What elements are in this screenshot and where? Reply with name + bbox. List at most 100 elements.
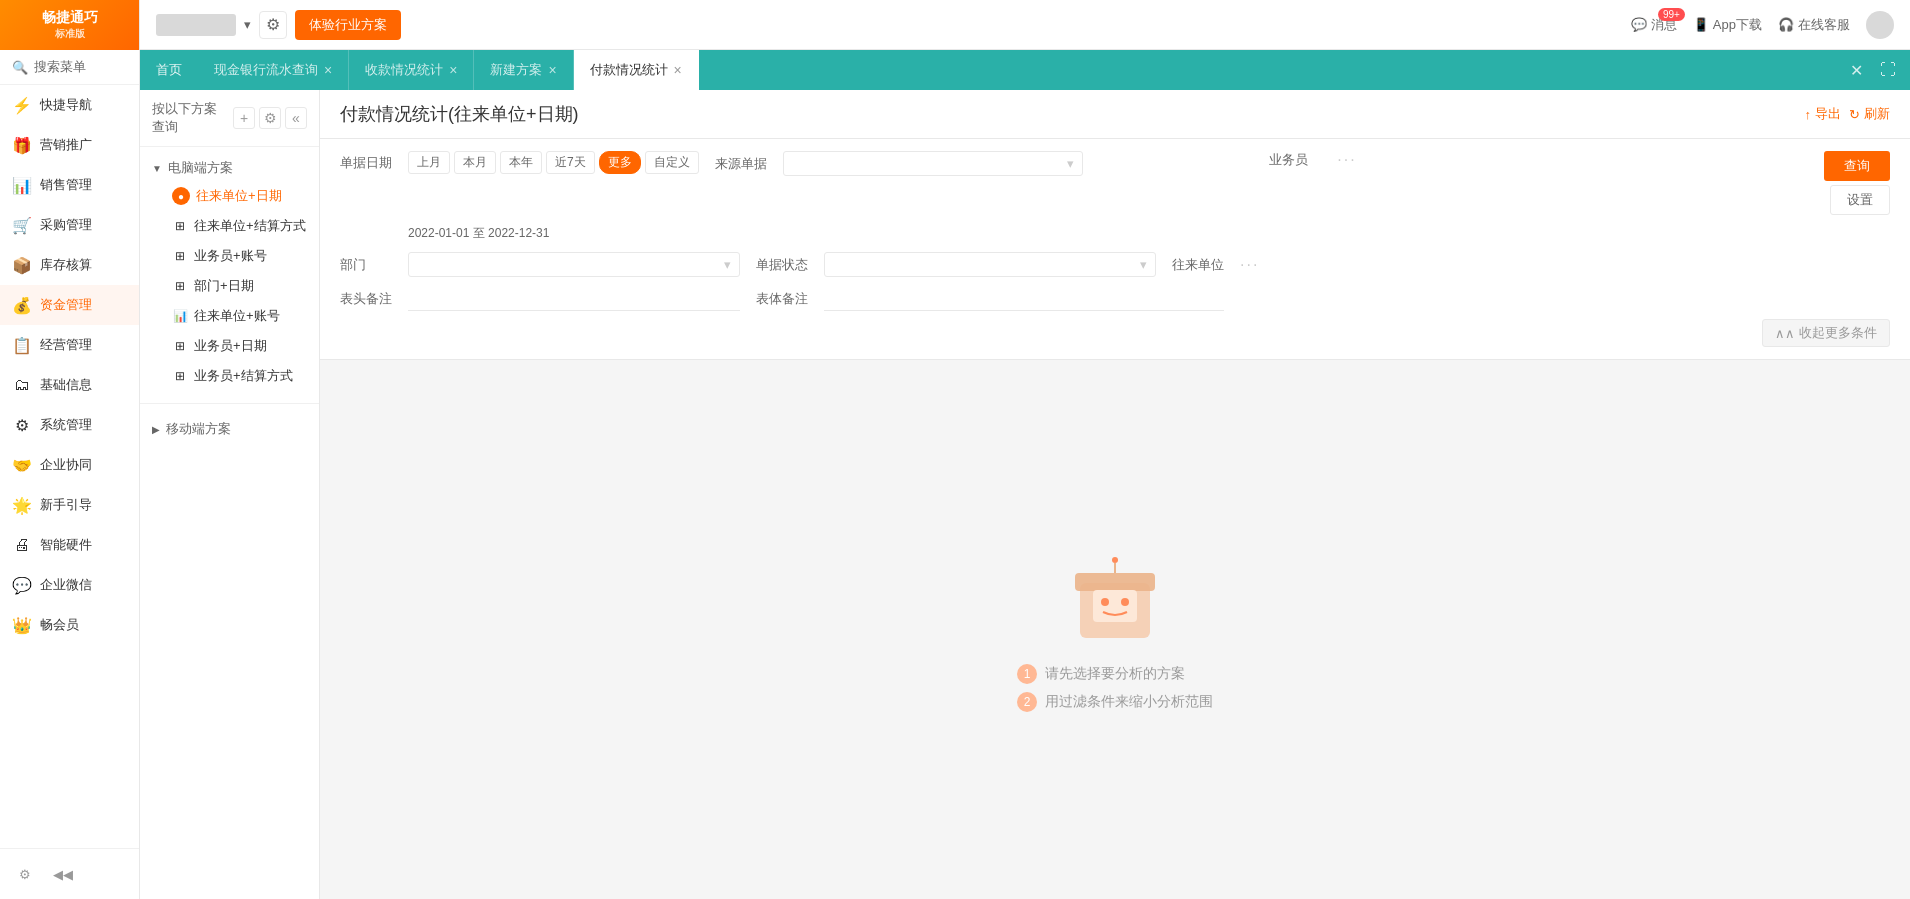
header-dropdown[interactable]: ▾ xyxy=(244,17,251,32)
source-doc-select[interactable]: ▾ xyxy=(783,151,1083,176)
sidebar-collapse-btn[interactable]: ◀◀ xyxy=(48,859,78,889)
filter-area: 单据日期 上月 本月 本年 近7天 更多 自定义 来源单据 xyxy=(320,139,1910,360)
scheme-mobile-label: 移动端方案 xyxy=(166,420,231,438)
sidebar-settings-btn[interactable]: ⚙ xyxy=(10,859,40,889)
svg-rect-2 xyxy=(1093,590,1137,622)
header-left: ▾ ⚙ 体验行业方案 xyxy=(156,10,1619,40)
last-7days-btn[interactable]: 近7天 xyxy=(546,151,595,174)
scheme-item-unit-account[interactable]: 📊 往来单位+账号 xyxy=(140,301,319,331)
staff-label: 业务员 xyxy=(1269,151,1329,169)
tip-text-2: 用过滤条件来缩小分析范围 xyxy=(1045,693,1213,711)
tab-home[interactable]: 首页 xyxy=(140,50,198,90)
sidebar-item-wechat[interactable]: 💬 企业微信 xyxy=(0,565,139,605)
tip-num-1: 1 xyxy=(1017,664,1037,684)
messages-btn[interactable]: 💬 消息 99+ xyxy=(1631,16,1677,34)
corp-icon: 🤝 xyxy=(12,455,32,475)
sidebar-item-finance[interactable]: 💰 资金管理 xyxy=(0,285,139,325)
custom-btn[interactable]: 自定义 xyxy=(645,151,699,174)
scheme-item-staff-settle[interactable]: ⊞ 业务员+结算方式 xyxy=(140,361,319,391)
scheme-item-staff-date[interactable]: ⊞ 业务员+日期 xyxy=(140,331,319,361)
filter-actions-row: ∧∧ 收起更多条件 xyxy=(340,319,1890,347)
sidebar-item-operation[interactable]: 📋 经营管理 xyxy=(0,325,139,365)
page-header: 付款情况统计(往来单位+日期) ↑ 导出 ↻ 刷新 xyxy=(320,90,1910,139)
sidebar-item-inventory[interactable]: 📦 库存核算 xyxy=(0,245,139,285)
scheme-item-unit-settle[interactable]: ⊞ 往来单位+结算方式 xyxy=(140,211,319,241)
tab-payment-close[interactable]: × xyxy=(674,62,682,78)
this-month-btn[interactable]: 本月 xyxy=(454,151,496,174)
sidebar-item-member[interactable]: 👑 畅会员 xyxy=(0,605,139,645)
chevron-down-icon: ▾ xyxy=(1140,257,1147,272)
date-range-display: 2022-01-01 至 2022-12-31 xyxy=(408,226,549,240)
filter-settings-btn[interactable]: 设置 xyxy=(1830,185,1890,215)
doc-status-select[interactable]: ▾ xyxy=(824,252,1156,277)
scheme-mobile-title[interactable]: ▶ 移动端方案 xyxy=(140,416,319,442)
last-month-btn[interactable]: 上月 xyxy=(408,151,450,174)
sidebar-item-marketing[interactable]: 🎁 营销推广 xyxy=(0,125,139,165)
sidebar-item-basic[interactable]: 🗂 基础信息 xyxy=(0,365,139,405)
table-head-note-input[interactable] xyxy=(408,287,740,311)
export-icon: ↑ xyxy=(1805,107,1812,122)
trial-btn[interactable]: 体验行业方案 xyxy=(295,10,401,40)
sidebar-item-label: 智能硬件 xyxy=(40,536,92,554)
sidebar-search[interactable]: 🔍 搜索菜单 xyxy=(0,50,139,85)
tab-new-close[interactable]: × xyxy=(548,62,556,78)
system-icon: ⚙ xyxy=(12,415,32,435)
sidebar-item-label: 新手引导 xyxy=(40,496,92,514)
scheme-collapse-btn[interactable]: « xyxy=(285,107,307,129)
scheme-add-btn[interactable]: + xyxy=(233,107,255,129)
grid-icon: ⊞ xyxy=(172,218,188,234)
online-service-btn[interactable]: 🎧 在线客服 xyxy=(1778,16,1850,34)
scheme-desktop-label: 电脑端方案 xyxy=(168,159,233,177)
grid-icon: ⊞ xyxy=(172,278,188,294)
scheme-item-staff-account[interactable]: ⊞ 业务员+账号 xyxy=(140,241,319,271)
tab-bank[interactable]: 现金银行流水查询 × xyxy=(198,50,349,90)
sidebar-item-shortcut[interactable]: ⚡ 快捷导航 xyxy=(0,85,139,125)
scheme-sidebar-actions: + ⚙ « xyxy=(233,107,307,129)
grid-icon: ⊞ xyxy=(172,368,188,384)
tab-new[interactable]: 新建方案 × xyxy=(474,50,573,90)
chevron-down-icon: ▾ xyxy=(244,17,251,32)
query-btn[interactable]: 查询 xyxy=(1824,151,1890,181)
sidebar-item-purchase[interactable]: 🛒 采购管理 xyxy=(0,205,139,245)
scheme-desktop-title[interactable]: ▼ 电脑端方案 xyxy=(140,155,319,181)
page-actions: ↑ 导出 ↻ 刷新 xyxy=(1805,105,1891,123)
tab-payment[interactable]: 付款情况统计 × xyxy=(574,50,699,90)
more-btn[interactable]: 更多 xyxy=(599,151,641,174)
tab-bank-close[interactable]: × xyxy=(324,62,332,78)
company-selector[interactable] xyxy=(156,14,236,36)
sidebar-item-guide[interactable]: 🌟 新手引导 xyxy=(0,485,139,525)
tab-expand-btn[interactable]: ⛶ xyxy=(1874,56,1902,84)
user-avatar[interactable] xyxy=(1866,11,1894,39)
chevron-down-icon: ▾ xyxy=(1067,156,1074,171)
sidebar-item-label: 销售管理 xyxy=(40,176,92,194)
scheme-item-label: 业务员+账号 xyxy=(194,247,267,265)
table-body-note-input[interactable] xyxy=(824,287,1224,311)
empty-icon xyxy=(1055,548,1175,648)
sidebar-item-sales[interactable]: 📊 销售管理 xyxy=(0,165,139,205)
scheme-item-unit-date[interactable]: ● 往来单位+日期 xyxy=(140,181,319,211)
scheme-item-label: 业务员+日期 xyxy=(194,337,267,355)
refresh-btn[interactable]: ↻ 刷新 xyxy=(1849,105,1890,123)
staff-select-dots[interactable]: ··· xyxy=(1337,151,1356,169)
related-unit-dots[interactable]: ··· xyxy=(1240,256,1259,274)
sidebar-item-system[interactable]: ⚙ 系统管理 xyxy=(0,405,139,445)
scheme-item-label: 部门+日期 xyxy=(194,277,254,295)
collapse-more-btn[interactable]: ∧∧ 收起更多条件 xyxy=(1762,319,1890,347)
scheme-settings-btn[interactable]: ⚙ xyxy=(259,107,281,129)
app-version: 标准版 xyxy=(55,27,85,41)
sidebar-item-hardware[interactable]: 🖨 智能硬件 xyxy=(0,525,139,565)
sidebar-item-label: 基础信息 xyxy=(40,376,92,394)
this-year-btn[interactable]: 本年 xyxy=(500,151,542,174)
sidebar-item-corp[interactable]: 🤝 企业协同 xyxy=(0,445,139,485)
tab-receipts-close[interactable]: × xyxy=(449,62,457,78)
tab-close-all-btn[interactable]: ✕ xyxy=(1842,56,1870,84)
dept-select[interactable]: ▾ xyxy=(408,252,740,277)
scheme-item-dept-date[interactable]: ⊞ 部门+日期 xyxy=(140,271,319,301)
chevron-down-icon: ▼ xyxy=(152,163,162,174)
export-btn[interactable]: ↑ 导出 xyxy=(1805,105,1842,123)
tab-receipts[interactable]: 收款情况统计 × xyxy=(349,50,474,90)
guide-icon: 🌟 xyxy=(12,495,32,515)
content-area: 按以下方案查询 + ⚙ « ▼ 电脑端方案 ● 往来单位+日期 ⊞ xyxy=(140,90,1910,899)
header-gear-btn[interactable]: ⚙ xyxy=(259,11,287,39)
app-download-btn[interactable]: 📱 App下载 xyxy=(1693,16,1762,34)
